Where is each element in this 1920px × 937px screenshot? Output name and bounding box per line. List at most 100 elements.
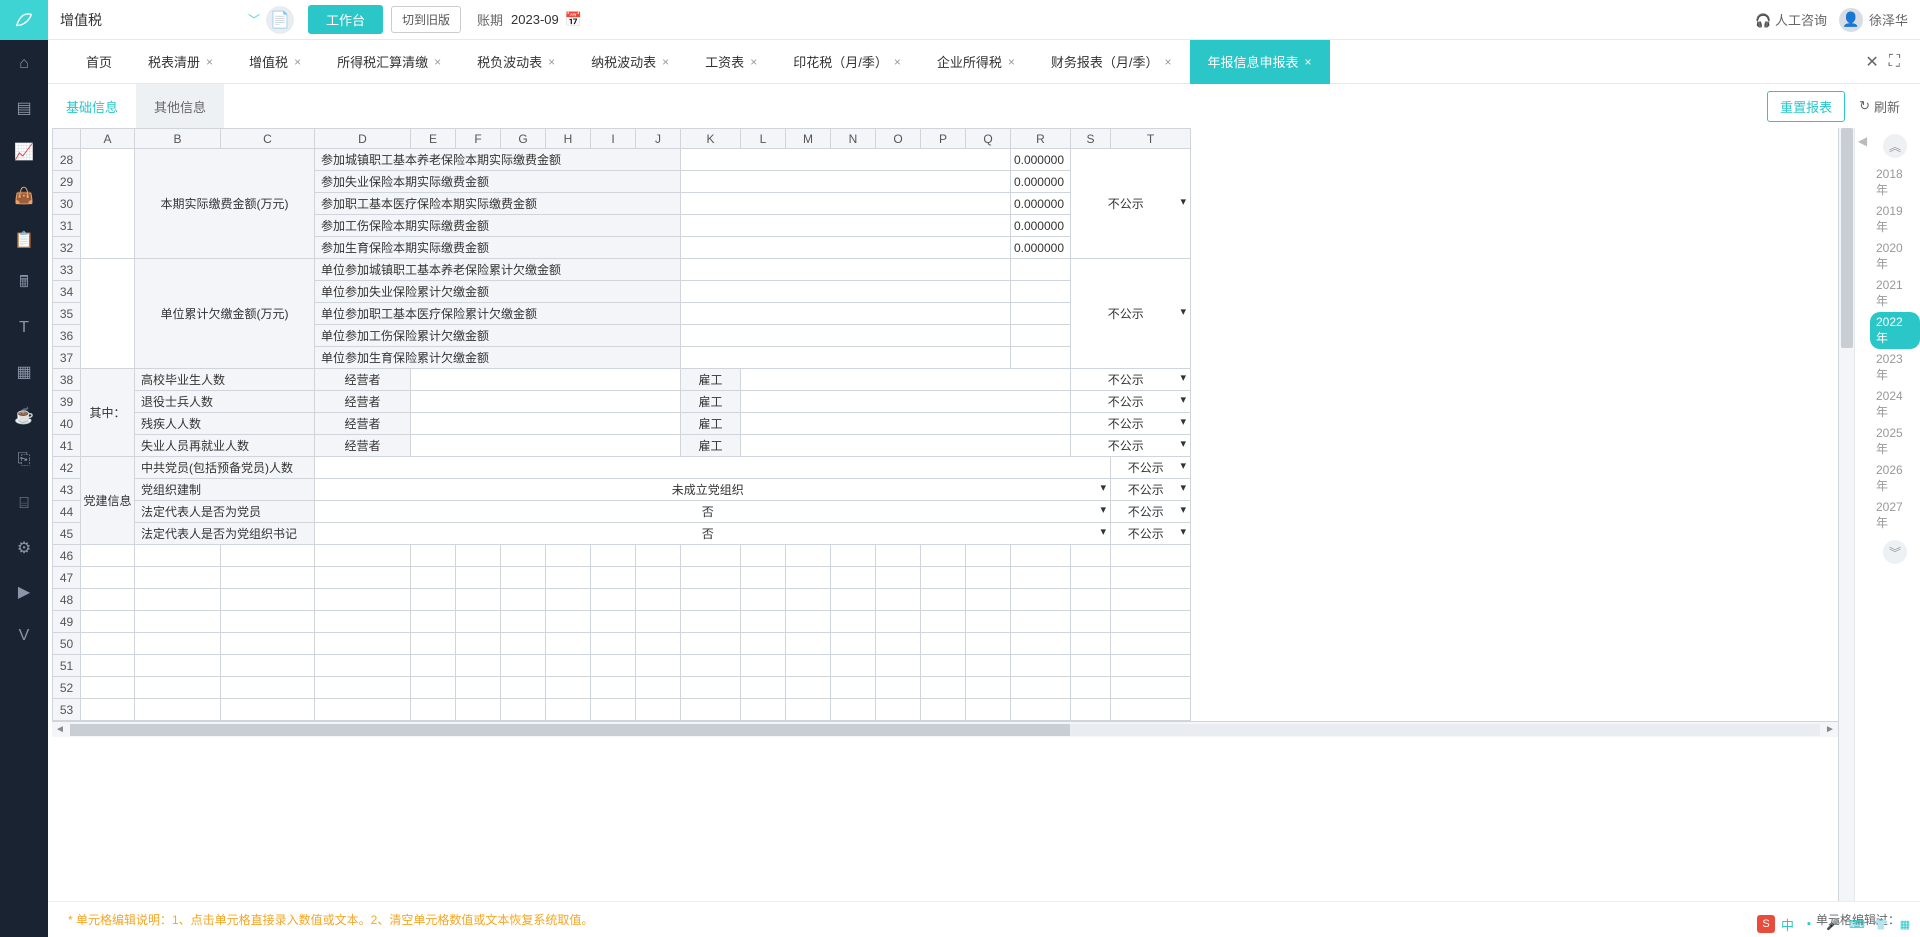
horizontal-scrollbar[interactable]: ◄ ► [52, 721, 1838, 737]
tray-lang[interactable]: 中 [1781, 915, 1794, 933]
tab-首页[interactable]: 首页 [68, 40, 130, 84]
close-icon[interactable]: × [548, 55, 555, 69]
close-icon[interactable]: × [1305, 55, 1312, 69]
close-icon[interactable]: × [894, 55, 901, 69]
col-T[interactable]: T [1111, 129, 1191, 149]
app-selector[interactable]: 增值税 ﹀ [60, 10, 260, 30]
col-Q[interactable]: Q [966, 129, 1011, 149]
switch-old-button[interactable]: 切到旧版 [391, 6, 461, 33]
vertical-scrollbar[interactable] [1838, 128, 1854, 901]
col-J[interactable]: J [636, 129, 681, 149]
tray-punct-icon[interactable]: ▪ [1800, 915, 1818, 933]
tab-税表清册[interactable]: 税表清册× [130, 40, 231, 84]
spreadsheet[interactable]: ABCDEFGHIJKLMNOPQRST28本期实际缴费金额(万元)参加城镇职工… [48, 128, 1838, 901]
col-R[interactable]: R [1011, 129, 1071, 149]
close-icon[interactable]: × [662, 55, 669, 69]
tab-财务报表（月/季）[interactable]: 财务报表（月/季）× [1033, 40, 1190, 84]
tray-ime-icon[interactable]: S [1757, 915, 1775, 933]
nav-calc-icon[interactable]: 🖩 [12, 272, 36, 296]
nav-chart-icon[interactable]: 📈 [12, 140, 36, 164]
tab-税负波动表[interactable]: 税负波动表× [459, 40, 573, 84]
close-icon[interactable]: × [434, 55, 441, 69]
nav-play-icon[interactable]: ▶ [12, 580, 36, 604]
tab-工资表[interactable]: 工资表× [687, 40, 775, 84]
col-K[interactable]: K [681, 129, 741, 149]
username: 徐泽华 [1869, 10, 1908, 29]
col-F[interactable]: F [456, 129, 501, 149]
nav-text-icon[interactable]: T [12, 316, 36, 340]
nav-clipboard-icon[interactable]: 📋 [12, 228, 36, 252]
expand-icon[interactable]: ⛶ [1889, 53, 1900, 71]
collapse-year-icon[interactable]: ◀ [1858, 134, 1867, 148]
col-A[interactable]: A [81, 129, 135, 149]
year-2019年[interactable]: 2019年 [1870, 201, 1920, 238]
user-menu[interactable]: 👤 徐泽华 [1839, 8, 1908, 32]
tab-印花税（月/季）[interactable]: 印花税（月/季）× [775, 40, 919, 84]
close-icon[interactable]: × [294, 55, 301, 69]
nav-bag-icon[interactable]: 👜 [12, 184, 36, 208]
tab-所得税汇算清缴[interactable]: 所得税汇算清缴× [319, 40, 459, 84]
footer: * 单元格编辑说明：1、点击单元格直接录入数值或文本。2、清空单元格数值或文本恢… [48, 901, 1920, 937]
subtab-other[interactable]: 其他信息 [136, 84, 224, 128]
scroll-right-icon[interactable]: ► [1822, 724, 1838, 735]
col-C[interactable]: C [221, 129, 315, 149]
col-D[interactable]: D [315, 129, 411, 149]
col-I[interactable]: I [591, 129, 636, 149]
year-2023年[interactable]: 2023年 [1870, 349, 1920, 386]
year-2021年[interactable]: 2021年 [1870, 275, 1920, 312]
tab-纳税波动表[interactable]: 纳税波动表× [573, 40, 687, 84]
subtab-basic[interactable]: 基础信息 [48, 84, 136, 128]
col-P[interactable]: P [921, 129, 966, 149]
close-all-icon[interactable]: ✕ [1865, 52, 1878, 72]
close-icon[interactable]: × [1008, 55, 1015, 69]
nav-doc-icon[interactable]: ▤ [12, 96, 36, 120]
scroll-left-icon[interactable]: ◄ [52, 724, 68, 735]
consult-link[interactable]: 🎧 人工咨询 [1755, 10, 1827, 29]
nav-v-icon[interactable]: V [12, 624, 36, 648]
year-2020年[interactable]: 2020年 [1870, 238, 1920, 275]
nav-home-icon[interactable]: ⌂ [12, 52, 36, 76]
year-2024年[interactable]: 2024年 [1870, 386, 1920, 423]
calendar-icon[interactable]: 📅 [565, 11, 582, 28]
tray-grid-icon[interactable]: ▦ [1896, 915, 1914, 933]
col-N[interactable]: N [831, 129, 876, 149]
nav-calendar-icon[interactable]: ▦ [12, 360, 36, 384]
period-value[interactable]: 2023-09 [511, 12, 559, 27]
workspace-button[interactable]: 工作台 [308, 5, 383, 34]
nav-active-icon[interactable]: ☕ [12, 404, 36, 428]
year-2022年[interactable]: 2022年 [1870, 312, 1920, 349]
year-up-icon[interactable]: ︽ [1883, 134, 1907, 158]
year-2018年[interactable]: 2018年 [1870, 164, 1920, 201]
reset-button[interactable]: 重置报表 [1767, 91, 1845, 122]
col-L[interactable]: L [741, 129, 786, 149]
year-2027年[interactable]: 2027年 [1870, 497, 1920, 534]
year-2025年[interactable]: 2025年 [1870, 423, 1920, 460]
col-O[interactable]: O [876, 129, 921, 149]
nav-settings-icon[interactable]: ⚙ [12, 536, 36, 560]
tray-keyboard-icon[interactable]: ⌨ [1848, 915, 1866, 933]
doc-circle-button[interactable]: 📄 [266, 6, 294, 34]
col-S[interactable]: S [1071, 129, 1111, 149]
tab-增值税[interactable]: 增值税× [231, 40, 319, 84]
tray-mic-icon[interactable]: 🎤 [1824, 915, 1842, 933]
app-selector-label: 增值税 [60, 10, 102, 30]
close-icon[interactable]: × [206, 55, 213, 69]
col-M[interactable]: M [786, 129, 831, 149]
close-icon[interactable]: × [1165, 55, 1172, 69]
tray-shirt-icon[interactable]: 👕 [1872, 915, 1890, 933]
col-G[interactable]: G [501, 129, 546, 149]
tab-企业所得税[interactable]: 企业所得税× [919, 40, 1033, 84]
system-tray: S 中 ▪ 🎤 ⌨ 👕 ▦ [1757, 915, 1914, 933]
close-icon[interactable]: × [750, 55, 757, 69]
col-H[interactable]: H [546, 129, 591, 149]
tab-年报信息申报表[interactable]: 年报信息申报表× [1190, 40, 1330, 84]
year-rail: ︽ 2018年2019年2020年2021年2022年2023年2024年202… [1870, 128, 1920, 901]
col-B[interactable]: B [135, 129, 221, 149]
refresh-button[interactable]: ↻ 刷新 [1859, 97, 1900, 116]
year-down-icon[interactable]: ︾ [1883, 540, 1907, 564]
year-2026年[interactable]: 2026年 [1870, 460, 1920, 497]
nav-inbox-icon[interactable]: ⌸ [12, 492, 36, 516]
col-E[interactable]: E [411, 129, 456, 149]
nav-folder-icon[interactable]: ⎘ [12, 448, 36, 472]
chevron-down-icon: ﹀ [248, 11, 260, 28]
